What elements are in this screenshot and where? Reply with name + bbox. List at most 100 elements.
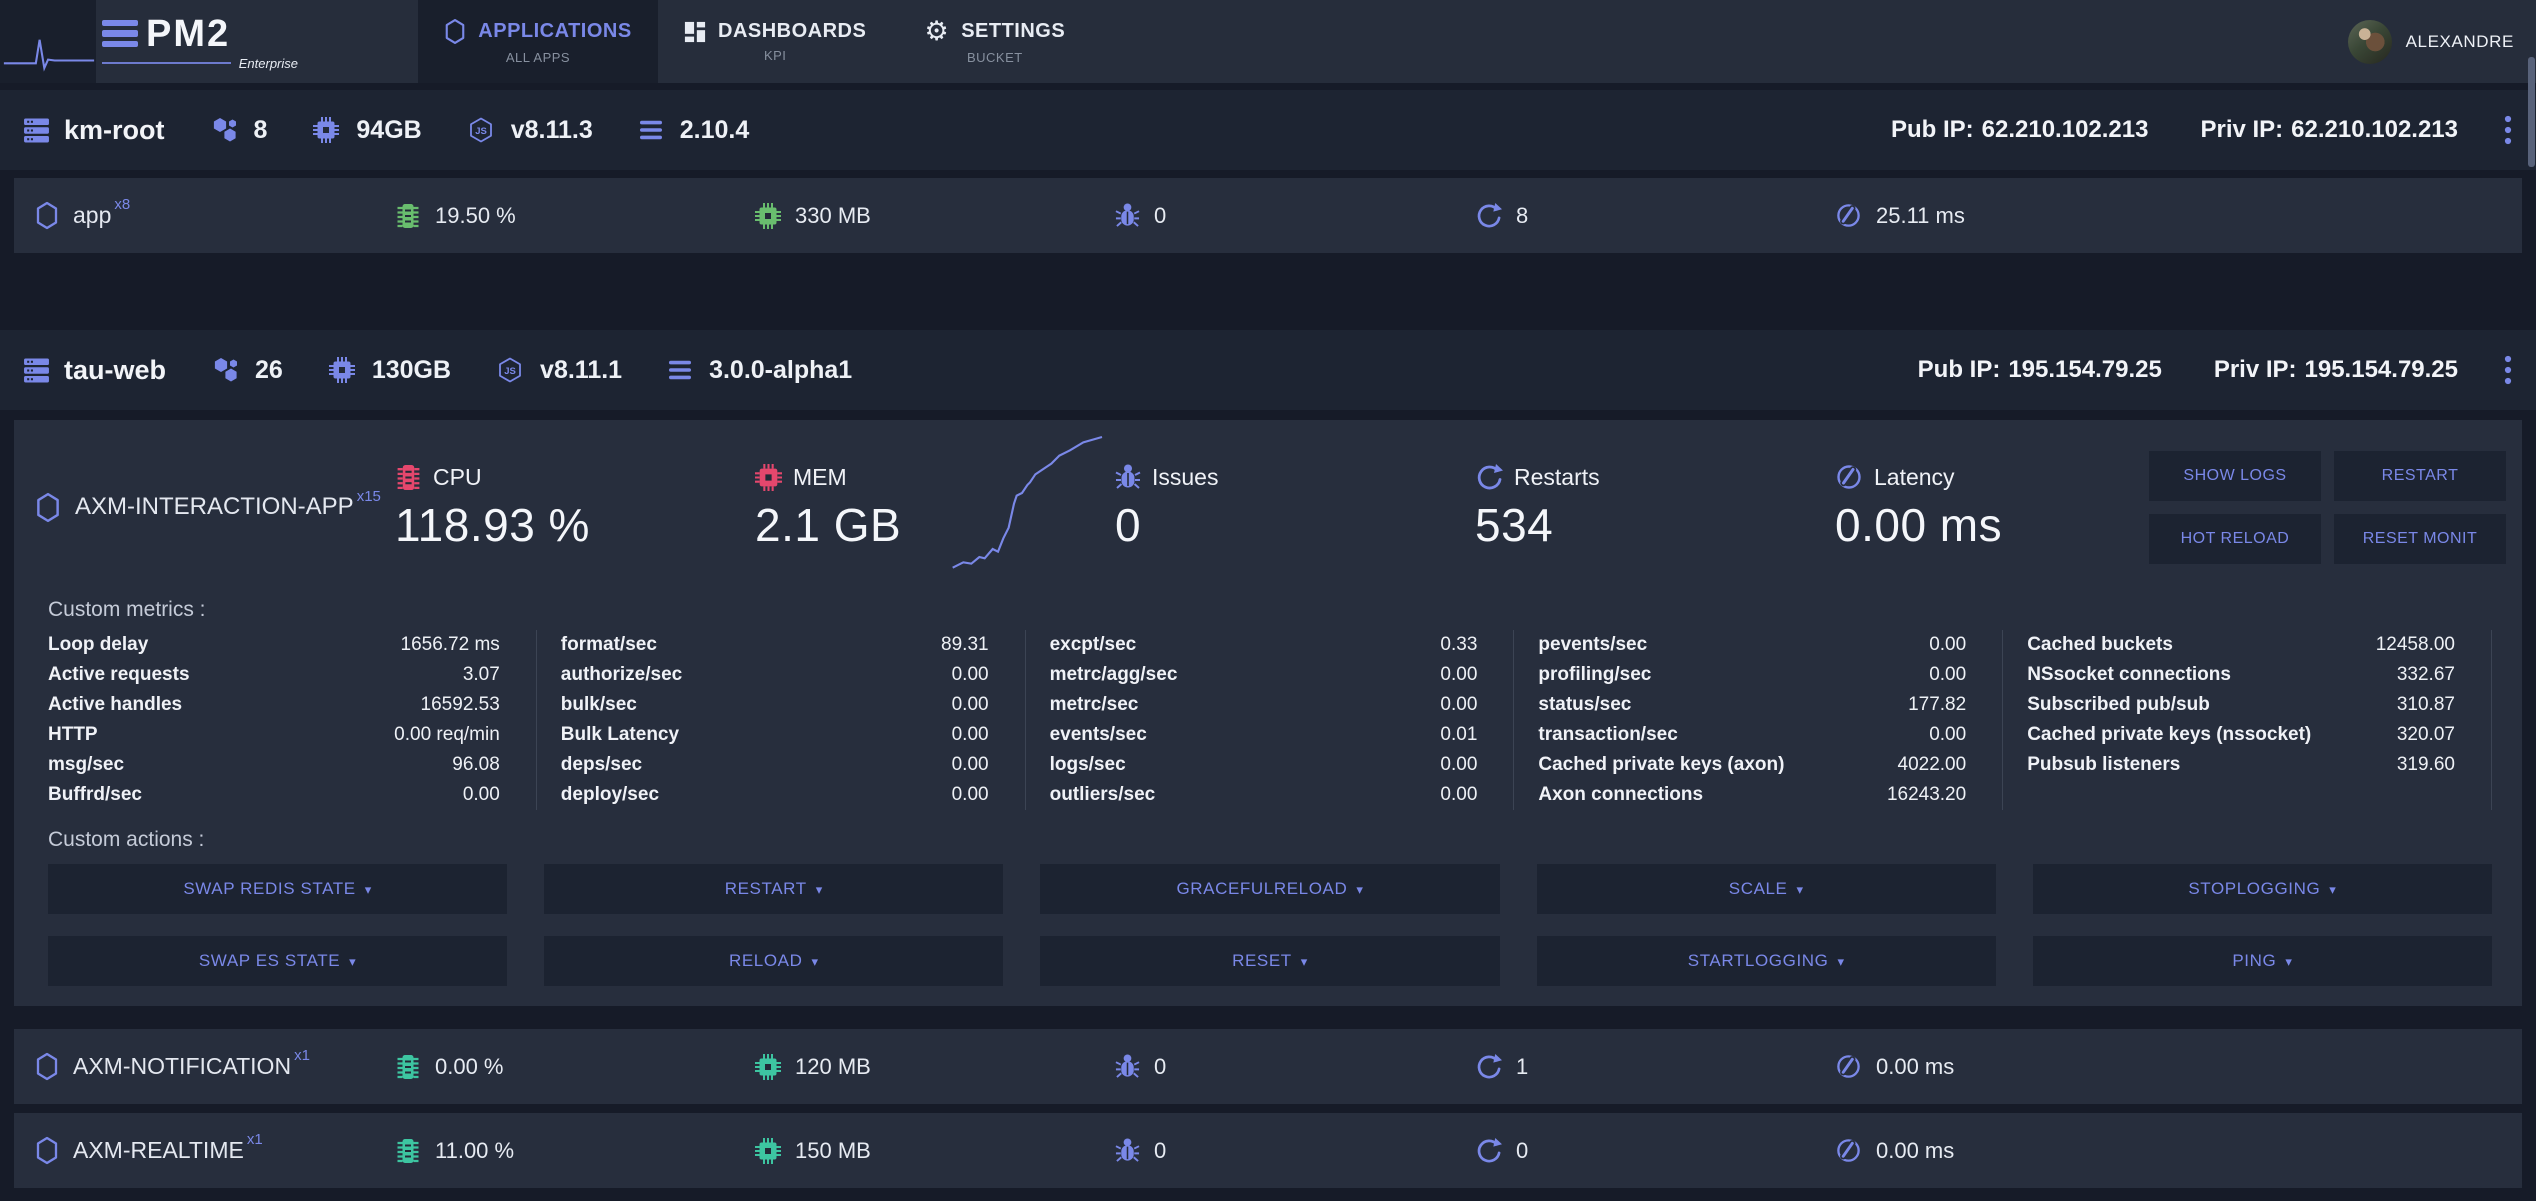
kebab-menu-icon[interactable] bbox=[2504, 115, 2512, 145]
metric-row: Bulk Latency0.00 bbox=[561, 720, 989, 750]
tab-sublabel: ALL APPS bbox=[506, 50, 570, 65]
metric-row: format/sec89.31 bbox=[561, 630, 989, 660]
action-ping[interactable]: PING▾ bbox=[2033, 936, 2492, 986]
memory-icon bbox=[755, 1054, 781, 1080]
memory-usage: 330 MB bbox=[755, 203, 1115, 229]
restarts-count: 8 bbox=[1475, 202, 1835, 229]
action-reset[interactable]: RESET▾ bbox=[1040, 936, 1499, 986]
action-restart[interactable]: RESTART▾ bbox=[544, 864, 1003, 914]
metric-row: Subscribed pub/sub310.87 bbox=[2027, 690, 2455, 720]
action-scale[interactable]: SCALE▾ bbox=[1537, 864, 1996, 914]
user-menu[interactable]: ALEXANDRE bbox=[2348, 0, 2536, 83]
kebab-menu-icon[interactable] bbox=[2504, 355, 2512, 385]
pub-ip: Pub IP:62.210.102.213 bbox=[1891, 116, 2149, 144]
cpu-icon bbox=[395, 1054, 421, 1080]
server-pm2-version: 2.10.4 bbox=[639, 116, 750, 145]
custom-metrics-grid: Loop delay1656.72 ms Active requests3.07… bbox=[48, 630, 2492, 810]
action-swap-redis-state[interactable]: SWAP REDIS STATE▾ bbox=[48, 864, 507, 914]
issues-count: 0 bbox=[1115, 202, 1475, 229]
brand-title: PM2 bbox=[146, 15, 230, 53]
metric-row: Loop delay1656.72 ms bbox=[48, 630, 500, 660]
restarts-count: 0 bbox=[1475, 1137, 1835, 1164]
server-header-tau-web: tau-web 26 130GB v8.11.1 3.0.0-alpha1 Pu… bbox=[0, 330, 2536, 410]
metric-row: Buffrd/sec0.00 bbox=[48, 780, 500, 810]
app-hexagon-icon bbox=[35, 1136, 59, 1165]
metric-row: metrc/agg/sec0.00 bbox=[1050, 660, 1478, 690]
tab-applications[interactable]: APPLICATIONS ALL APPS bbox=[418, 0, 658, 83]
latency-value: 0.00 ms bbox=[1835, 1053, 2522, 1080]
restart-button[interactable]: RESTART bbox=[2334, 451, 2506, 501]
action-startlogging[interactable]: STARTLOGGING▾ bbox=[1537, 936, 1996, 986]
hot-reload-button[interactable]: HOT RELOAD bbox=[2149, 514, 2321, 564]
instance-count: x15 bbox=[357, 488, 381, 505]
app-hexagon-icon bbox=[35, 1052, 59, 1081]
latency-stat: Latency 0.00 ms bbox=[1835, 463, 2145, 551]
process-row-axm-realtime[interactable]: AXM-REALTIME x1 11.00 % 150 MB 0 0 0.00 … bbox=[14, 1113, 2522, 1188]
cpu-usage: 11.00 % bbox=[395, 1138, 755, 1164]
metric-row: HTTP0.00 req/min bbox=[48, 720, 500, 750]
metric-row: excpt/sec0.33 bbox=[1050, 630, 1478, 660]
priv-ip: Priv IP:195.154.79.25 bbox=[2214, 356, 2458, 384]
action-stoplogging[interactable]: STOPLOGGING▾ bbox=[2033, 864, 2492, 914]
action-gracefulreload[interactable]: GRACEFULRELOAD▾ bbox=[1040, 864, 1499, 914]
chevron-down-icon: ▾ bbox=[1356, 883, 1363, 898]
gauge-icon bbox=[1835, 463, 1863, 491]
restarts-stat: Restarts 534 bbox=[1475, 463, 1835, 551]
bug-icon bbox=[1115, 463, 1141, 491]
gauge-icon bbox=[1835, 1053, 1862, 1080]
process-name: AXM-REALTIME bbox=[73, 1137, 244, 1164]
gear-icon: ⚙ bbox=[924, 18, 949, 45]
cpu-stat: CPU 118.93 % bbox=[395, 464, 755, 551]
metric-row: authorize/sec0.00 bbox=[561, 660, 989, 690]
process-row-app[interactable]: app x8 19.50 % 330 MB 0 8 25.11 ms bbox=[14, 178, 2522, 253]
top-nav: PM2 Enterprise APPLICATIONS ALL APPS DAS… bbox=[0, 0, 2536, 83]
action-reload[interactable]: RELOAD▾ bbox=[544, 936, 1003, 986]
chevron-down-icon: ▾ bbox=[1301, 955, 1308, 970]
gauge-icon bbox=[1835, 202, 1862, 229]
tab-label: DASHBOARDS bbox=[718, 20, 866, 43]
sparkline-chart bbox=[950, 434, 1110, 576]
pm2-logo[interactable]: PM2 Enterprise bbox=[96, 0, 418, 83]
metric-row: deploy/sec0.00 bbox=[561, 780, 989, 810]
restart-icon bbox=[1475, 1137, 1502, 1164]
instance-count: x8 bbox=[114, 196, 130, 213]
server-node-version: v8.11.1 bbox=[497, 356, 622, 385]
chevron-down-icon: ▾ bbox=[365, 883, 372, 898]
server-name: tau-web bbox=[64, 355, 166, 386]
metric-row: Cached private keys (nssocket)320.07 bbox=[2027, 720, 2455, 750]
chevron-down-icon: ▾ bbox=[349, 955, 356, 970]
metric-row: bulk/sec0.00 bbox=[561, 690, 989, 720]
issues-stat: Issues 0 bbox=[1115, 463, 1475, 551]
metric-row: transaction/sec0.00 bbox=[1538, 720, 1966, 750]
list-lines-icon bbox=[668, 360, 692, 380]
process-row-axm-notification[interactable]: AXM-NOTIFICATION x1 0.00 % 120 MB 0 1 0.… bbox=[14, 1029, 2522, 1104]
dashboard-icon bbox=[684, 21, 706, 43]
latency-value: 0.00 ms bbox=[1835, 1137, 2522, 1164]
chip-icon bbox=[329, 357, 355, 383]
bug-icon bbox=[1115, 1137, 1140, 1164]
issues-value: 0 bbox=[1115, 500, 1475, 551]
metric-row: events/sec0.01 bbox=[1050, 720, 1478, 750]
latency-value: 25.11 ms bbox=[1835, 202, 2522, 229]
server-memory: 130GB bbox=[329, 356, 451, 385]
process-name: AXM-NOTIFICATION bbox=[73, 1053, 291, 1080]
tab-settings[interactable]: ⚙ SETTINGS BUCKET bbox=[892, 0, 1097, 83]
tab-label: SETTINGS bbox=[961, 20, 1065, 43]
server-name: km-root bbox=[64, 115, 165, 146]
scrollbar-thumb[interactable] bbox=[2528, 57, 2535, 167]
show-logs-button[interactable]: SHOW LOGS bbox=[2149, 451, 2321, 501]
metric-row: profiling/sec0.00 bbox=[1538, 660, 1966, 690]
tab-dashboards[interactable]: DASHBOARDS KPI bbox=[658, 0, 892, 83]
issues-count: 0 bbox=[1115, 1137, 1475, 1164]
reset-monit-button[interactable]: RESET MONIT bbox=[2334, 514, 2506, 564]
cluster-icon bbox=[212, 357, 238, 383]
restart-icon bbox=[1475, 1053, 1502, 1080]
tab-sublabel: BUCKET bbox=[967, 50, 1023, 65]
action-swap-es-state[interactable]: SWAP ES STATE▾ bbox=[48, 936, 507, 986]
chevron-down-icon: ▾ bbox=[1837, 955, 1844, 970]
cpu-icon bbox=[395, 203, 421, 229]
pub-ip: Pub IP:195.154.79.25 bbox=[1918, 356, 2162, 384]
metric-row: Active handles16592.53 bbox=[48, 690, 500, 720]
restart-icon bbox=[1475, 463, 1503, 491]
server-header-km-root: km-root 8 94GB v8.11.3 2.10.4 Pub IP:62.… bbox=[0, 90, 2536, 170]
